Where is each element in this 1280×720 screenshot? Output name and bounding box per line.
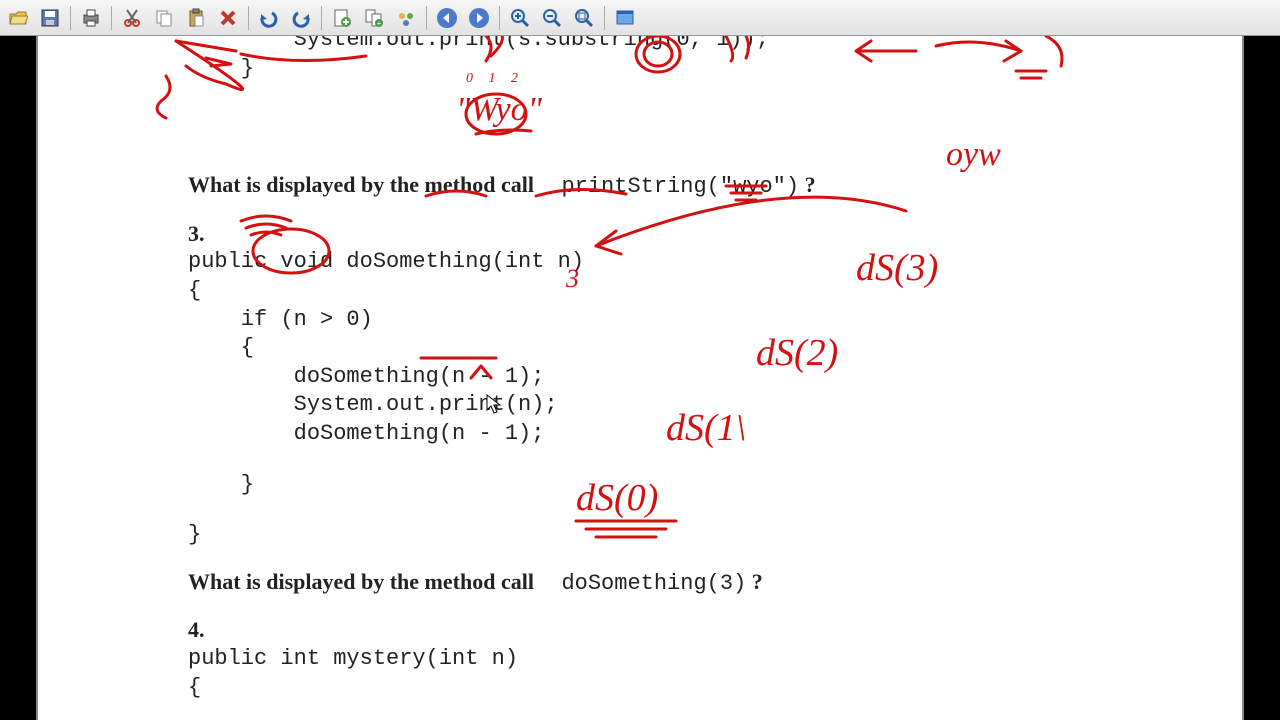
prompt-text: What is displayed by the method call xyxy=(188,569,534,594)
save-icon[interactable] xyxy=(36,4,64,32)
q4-number: 4. xyxy=(188,616,1188,645)
toolbar: + xyxy=(0,0,1280,36)
code-line: } xyxy=(188,55,1188,84)
qmark: ? xyxy=(805,172,816,197)
document-page: System.out.print(s.substring(0, 1)); } W… xyxy=(36,36,1244,720)
toolbar-sep xyxy=(426,6,427,30)
zoom-in-icon[interactable] xyxy=(506,4,534,32)
new-page-icon[interactable] xyxy=(328,4,356,32)
code-line: { xyxy=(188,277,1188,306)
code-line: public void doSomething(int n) xyxy=(188,248,1188,277)
code-line: { xyxy=(188,674,1188,703)
print-icon[interactable] xyxy=(77,4,105,32)
toolbar-sep xyxy=(499,6,500,30)
open-icon[interactable] xyxy=(4,4,32,32)
code-line: { xyxy=(188,334,1188,363)
code-line: System.out.print(s.substring(0, 1)); xyxy=(188,36,1188,55)
toolbar-sep xyxy=(248,6,249,30)
back-icon[interactable] xyxy=(433,4,461,32)
code-line: System.out.print(n); xyxy=(188,391,1188,420)
document-content: System.out.print(s.substring(0, 1)); } W… xyxy=(188,36,1188,720)
code-line: doSomething(n - 1); xyxy=(188,363,1188,392)
question-2-prompt: What is displayed by the method call pri… xyxy=(188,171,1188,202)
prompt-code: printString("wyo") xyxy=(561,174,799,199)
code-line: } xyxy=(188,471,1188,500)
question-3-prompt: What is displayed by the method call doS… xyxy=(188,568,1188,599)
forward-icon[interactable] xyxy=(465,4,493,32)
toolbar-sep xyxy=(70,6,71,30)
zoom-fit-icon[interactable] xyxy=(570,4,598,32)
redo-icon[interactable] xyxy=(287,4,315,32)
code-line: } xyxy=(188,521,1188,550)
prompt-code: doSomething(3) xyxy=(561,571,746,596)
zoom-out-icon[interactable] xyxy=(538,4,566,32)
cut-icon[interactable] xyxy=(118,4,146,32)
fullscreen-icon[interactable] xyxy=(611,4,639,32)
delete-icon[interactable] xyxy=(214,4,242,32)
code-line: public int mystery(int n) xyxy=(188,645,1188,674)
code-line: if (n > 0) xyxy=(188,306,1188,335)
qmark: ? xyxy=(752,569,763,594)
copy-icon[interactable] xyxy=(150,4,178,32)
q3-number: 3. xyxy=(188,220,1188,249)
prompt-text: What is displayed by the method call xyxy=(188,172,534,197)
toolbar-sep xyxy=(111,6,112,30)
insert-page-icon[interactable]: + xyxy=(360,4,388,32)
paste-icon[interactable] xyxy=(182,4,210,32)
share-icon[interactable] xyxy=(392,4,420,32)
toolbar-sep xyxy=(321,6,322,30)
svg-text:+: + xyxy=(377,19,382,28)
toolbar-sep xyxy=(604,6,605,30)
code-line: doSomething(n - 1); xyxy=(188,420,1188,449)
undo-icon[interactable] xyxy=(255,4,283,32)
